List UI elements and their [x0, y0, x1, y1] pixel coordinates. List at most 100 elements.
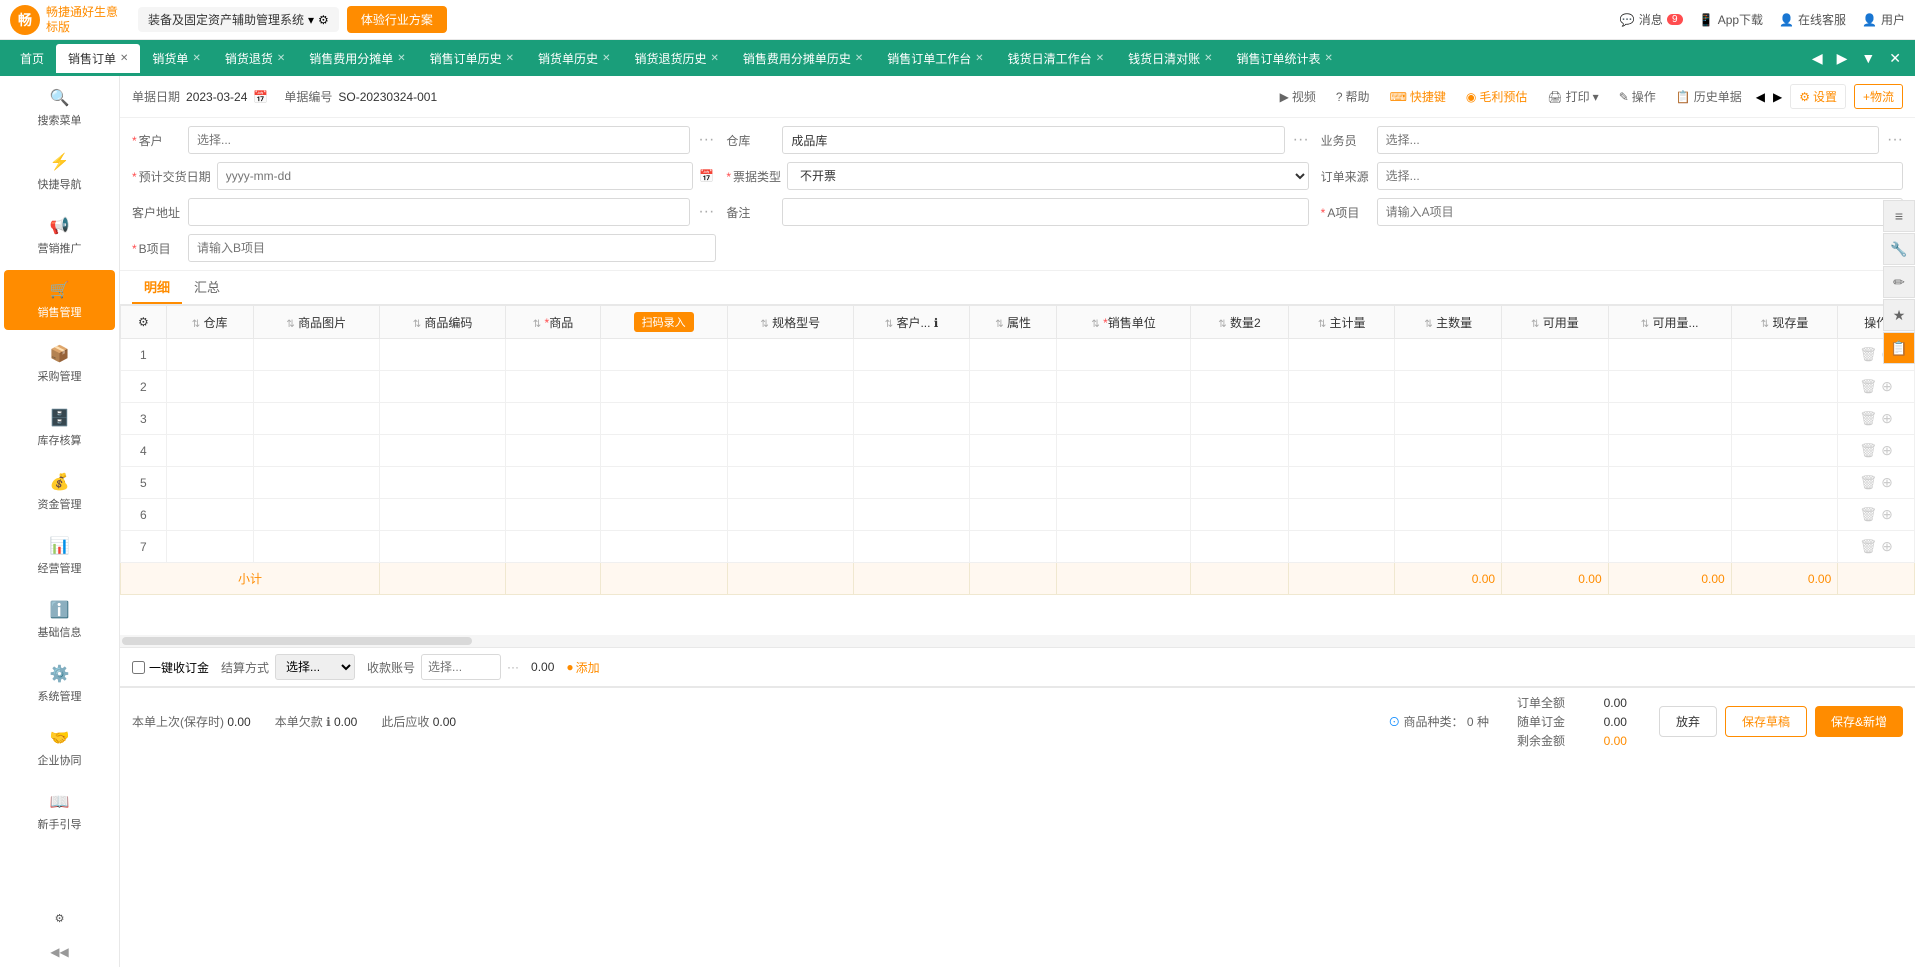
tab-fee-history[interactable]: 销售费用分摊单历史 ✕	[731, 44, 875, 73]
tab-sales-history[interactable]: 销售订单历史 ✕	[418, 44, 526, 73]
b-project-input[interactable]	[188, 234, 716, 262]
tab-workbench[interactable]: 销售订单工作台 ✕	[875, 44, 995, 73]
sidebar-item-basic[interactable]: ℹ️ 基础信息	[4, 590, 115, 650]
sidebar-item-quicknav[interactable]: ⚡ 快捷导航	[4, 142, 115, 202]
tab-close-icon[interactable]: ✕	[120, 53, 128, 64]
row-2-customer-code[interactable]	[853, 371, 969, 403]
sidebar-item-guide[interactable]: 📖 新手引导	[4, 782, 115, 842]
row-1-product[interactable]	[506, 339, 601, 371]
calendar-icon-delivery[interactable]: 📅	[699, 169, 714, 183]
tab-close-icon[interactable]: ✕	[975, 53, 983, 64]
customer-address-input[interactable]	[188, 198, 690, 226]
row-1-main-qty[interactable]	[1395, 339, 1502, 371]
row-1-customer-code[interactable]	[853, 339, 969, 371]
tab-summary[interactable]: 汇总	[182, 271, 232, 304]
order-source-input[interactable]	[1377, 162, 1903, 190]
history-btn[interactable]: 📋 历史单据	[1670, 86, 1748, 107]
row-copy-icon[interactable]: ⊕	[1881, 442, 1893, 459]
tab-stats[interactable]: 销售订单统计表 ✕	[1224, 44, 1344, 73]
tab-close-icon[interactable]: ✕	[506, 53, 514, 64]
notes-input[interactable]	[782, 198, 1308, 226]
row-2-qty2[interactable]	[1191, 371, 1289, 403]
scrollbar-thumb[interactable]	[122, 637, 472, 645]
user-btn[interactable]: 👤 用户	[1862, 11, 1905, 28]
nav-expand-icon[interactable]: ▼	[1855, 48, 1881, 68]
tab-sales-slip[interactable]: 销货单 ✕	[140, 44, 212, 73]
sidebar-item-system[interactable]: ⚙️ 系统管理	[4, 654, 115, 714]
row-delete-icon[interactable]: 🗑	[1859, 346, 1877, 363]
sidebar-item-marketing[interactable]: 📢 营销推广	[4, 206, 115, 266]
sidebar-item-operations[interactable]: 📊 经营管理	[4, 526, 115, 586]
a-project-input[interactable]	[1377, 198, 1903, 226]
row-2-unit[interactable]	[1057, 371, 1191, 403]
row-2-attr[interactable]	[970, 371, 1057, 403]
tab-close-icon[interactable]: ✕	[397, 53, 405, 64]
tab-close-icon[interactable]: ✕	[1096, 53, 1104, 64]
row-2-spec[interactable]	[727, 371, 853, 403]
message-btn[interactable]: 💬 消息 9	[1620, 11, 1683, 28]
tab-close-icon[interactable]: ✕	[710, 53, 718, 64]
tab-close-icon[interactable]: ✕	[602, 53, 610, 64]
table-scrollbar[interactable]	[120, 635, 1915, 647]
row-copy-icon[interactable]: ⊕	[1881, 474, 1893, 491]
discard-button[interactable]: 放弃	[1659, 706, 1717, 737]
print-btn[interactable]: 🖨 打印 ▾	[1541, 86, 1604, 107]
sidebar-item-finance[interactable]: 💰 资金管理	[4, 462, 115, 522]
row-delete-icon[interactable]: 🗑	[1859, 442, 1877, 459]
settings-btn[interactable]: ⚙ 设置	[1790, 84, 1846, 109]
one-click-checkbox[interactable]	[132, 661, 145, 674]
account-dots[interactable]: ···	[507, 660, 519, 674]
material-btn[interactable]: +物流	[1854, 84, 1903, 109]
save-draft-button[interactable]: 保存草稿	[1725, 706, 1807, 737]
shortcut-btn[interactable]: ⌨ 快捷键	[1384, 86, 1452, 107]
calendar-icon[interactable]: 📅	[253, 90, 268, 104]
sidebar-item-search[interactable]: 🔍 搜索菜单	[4, 78, 115, 138]
view-btn[interactable]: ▶ 视频	[1274, 86, 1322, 107]
right-panel-btn-1[interactable]: ≡	[1883, 200, 1915, 232]
sidebar-item-sales[interactable]: 🛒 销售管理	[4, 270, 115, 330]
right-panel-btn-2[interactable]: 🔧	[1883, 233, 1915, 265]
tab-sales-order[interactable]: 销售订单 ✕	[56, 44, 140, 73]
col-scan[interactable]: 扫码录入	[600, 306, 727, 339]
salesperson-input[interactable]	[1377, 126, 1879, 154]
row-copy-icon[interactable]: ⊕	[1881, 538, 1893, 555]
row-1-unit[interactable]	[1057, 339, 1191, 371]
settings-icon[interactable]: ⚙	[318, 13, 329, 27]
row-2-warehouse[interactable]	[166, 371, 253, 403]
row-copy-icon[interactable]: ⊕	[1881, 506, 1893, 523]
scan-button[interactable]: 扫码录入	[634, 312, 694, 332]
tab-close-icon[interactable]: ✕	[277, 53, 285, 64]
customer-dots[interactable]: ···	[698, 131, 714, 149]
tab-return-history[interactable]: 销货退货历史 ✕	[622, 44, 730, 73]
row-1-attr[interactable]	[970, 339, 1057, 371]
nav-prev-icon[interactable]: ◀	[1806, 48, 1829, 69]
sidebar-settings-btn[interactable]: ⚙	[4, 902, 115, 935]
row-2-product[interactable]	[506, 371, 601, 403]
tab-sales-return[interactable]: 销货退货 ✕	[213, 44, 297, 73]
account-input[interactable]	[421, 654, 501, 680]
row-1-qty2[interactable]	[1191, 339, 1289, 371]
tab-daily-reconcile[interactable]: 钱货日清对账 ✕	[1116, 44, 1224, 73]
tab-home[interactable]: 首页	[8, 44, 56, 73]
tab-close-icon[interactable]: ✕	[1204, 53, 1212, 64]
solution-button[interactable]: 体验行业方案	[347, 6, 447, 33]
invoice-select[interactable]: 不开票	[787, 162, 1309, 190]
tab-close-icon[interactable]: ✕	[855, 53, 863, 64]
row-delete-icon[interactable]: 🗑	[1859, 506, 1877, 523]
right-panel-btn-4[interactable]: ★	[1883, 299, 1915, 331]
col-settings[interactable]: ⚙	[121, 306, 167, 339]
tab-slip-history[interactable]: 销货单历史 ✕	[526, 44, 622, 73]
profit-btn[interactable]: ◉ 毛利预估	[1460, 86, 1534, 107]
salesperson-dots[interactable]: ···	[1887, 131, 1903, 149]
product-types-link[interactable]: ⊙	[1388, 715, 1400, 729]
help-btn[interactable]: ? 帮助	[1330, 86, 1376, 107]
row-2-code[interactable]	[379, 371, 505, 403]
right-panel-btn-3[interactable]: ✏	[1883, 266, 1915, 298]
customer-input[interactable]	[188, 126, 690, 154]
online-service-btn[interactable]: 👤 在线客服	[1779, 11, 1846, 28]
tab-sales-fee[interactable]: 销售费用分摊单 ✕	[297, 44, 417, 73]
warehouse-dots[interactable]: ···	[1293, 131, 1309, 149]
delivery-date-input[interactable]	[217, 162, 694, 190]
row-1-code[interactable]	[379, 339, 505, 371]
row-delete-icon[interactable]: 🗑	[1859, 410, 1877, 427]
